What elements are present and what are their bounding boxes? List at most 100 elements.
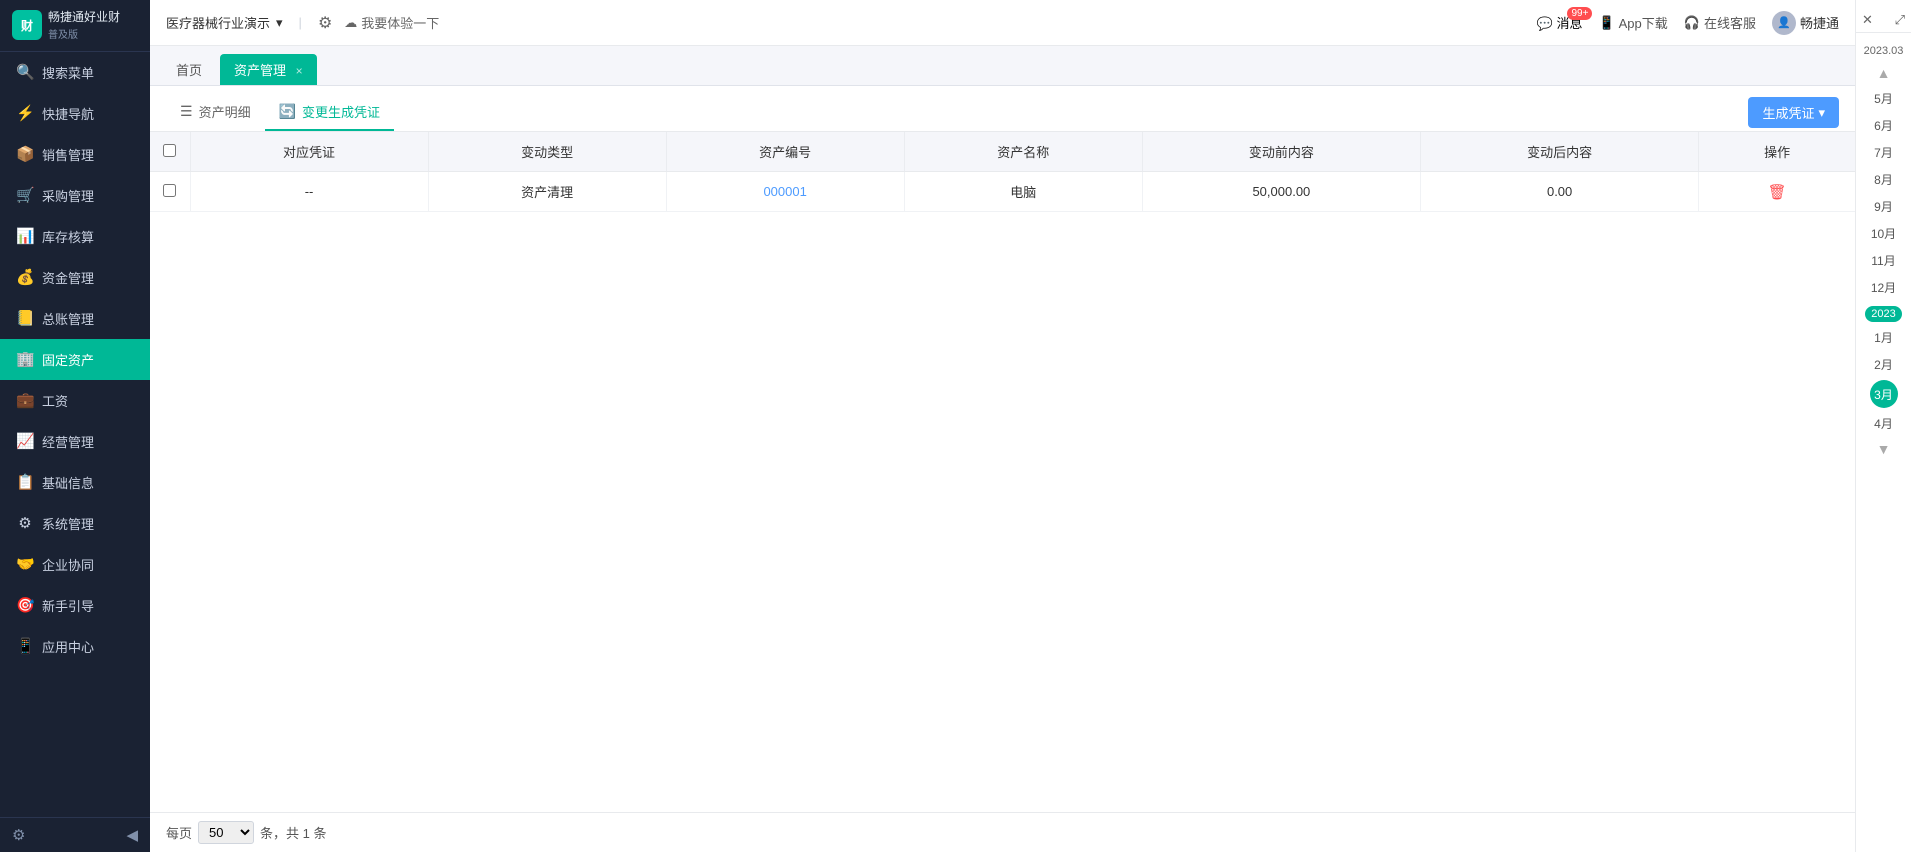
sidebar-item-fixed-assets[interactable]: 🏢 固定资产 bbox=[0, 339, 150, 380]
row-asset-name: 电脑 bbox=[904, 172, 1142, 212]
company-dropdown-icon: ▾ bbox=[276, 15, 283, 31]
feedback-icon: ☁ bbox=[344, 15, 357, 31]
sidebar-item-purchase[interactable]: 🛒 采购管理 bbox=[0, 175, 150, 216]
month-1[interactable]: 1月 bbox=[1858, 324, 1909, 351]
online-service-icon: 🎧 bbox=[1684, 15, 1700, 31]
tab-asset-management[interactable]: 资产管理 × bbox=[220, 54, 317, 85]
operations-icon: 📈 bbox=[16, 432, 34, 450]
panel-down-btn[interactable]: ▼ bbox=[1858, 437, 1909, 461]
month-9[interactable]: 9月 bbox=[1858, 193, 1909, 220]
fixed-assets-icon: 🏢 bbox=[16, 350, 34, 368]
per-page-select[interactable]: 20 50 100 bbox=[198, 821, 254, 844]
app-download-btn[interactable]: 📱 App下载 bbox=[1598, 13, 1667, 32]
sidebar-item-app-center[interactable]: 📱 应用中心 bbox=[0, 626, 150, 667]
subtab-change-voucher[interactable]: 🔄 变更生成凭证 bbox=[265, 96, 394, 131]
sidebar-item-base-info[interactable]: 📋 基础信息 bbox=[0, 462, 150, 503]
messages-btn[interactable]: 💬 99+ 消息 bbox=[1537, 13, 1583, 32]
generate-voucher-button[interactable]: 生成凭证 ▾ bbox=[1748, 97, 1839, 128]
month-4[interactable]: 4月 bbox=[1858, 410, 1909, 437]
settings-icon[interactable]: ⚙ bbox=[12, 826, 25, 844]
delete-icon[interactable]: 🗑 bbox=[1768, 184, 1787, 201]
sidebar-item-system[interactable]: ⚙ 系统管理 bbox=[0, 503, 150, 544]
sidebar-item-quicknav[interactable]: ⚡ 快捷导航 bbox=[0, 93, 150, 134]
app-edition: 普及版 bbox=[48, 26, 120, 41]
sidebar-item-ledger[interactable]: 📒 总账管理 bbox=[0, 298, 150, 339]
select-all-checkbox[interactable] bbox=[163, 144, 176, 157]
sidebar-item-salary[interactable]: 💼 工资 bbox=[0, 380, 150, 421]
finance-icon: 💰 bbox=[16, 268, 34, 286]
company-name: 医疗器械行业演示 bbox=[166, 13, 270, 32]
month-3-current[interactable]: 3月 bbox=[1870, 380, 1898, 408]
row-before-content: 50,000.00 bbox=[1142, 172, 1420, 212]
asset-table: 对应凭证 变动类型 资产编号 资产名称 变动前内容 bbox=[150, 132, 1855, 212]
sidebar-base-info-label: 基础信息 bbox=[42, 473, 94, 492]
sidebar-item-operations[interactable]: 📈 经营管理 bbox=[0, 421, 150, 462]
month-12[interactable]: 12月 bbox=[1858, 274, 1909, 301]
sidebar-system-label: 系统管理 bbox=[42, 514, 94, 533]
topbar-divider: | bbox=[299, 15, 302, 30]
feedback-btn[interactable]: ☁ 我要体验一下 bbox=[344, 13, 439, 32]
tabbar: 首页 资产管理 × bbox=[150, 46, 1855, 86]
pagination-bar: 每页 20 50 100 条，共 1 条 bbox=[150, 812, 1855, 852]
sidebar-item-search[interactable]: 🔍 搜索菜单 bbox=[0, 52, 150, 93]
sidebar-footer: ⚙ ◀ bbox=[0, 817, 150, 852]
sidebar-item-enterprise[interactable]: 🤝 企业协同 bbox=[0, 544, 150, 585]
app-name: 畅捷通好业财 bbox=[48, 10, 120, 26]
sidebar-guide-label: 新手引导 bbox=[42, 596, 94, 615]
subtab-bar: ☰ 资产明细 🔄 变更生成凭证 生成凭证 ▾ bbox=[150, 86, 1855, 132]
col-voucher: 对应凭证 bbox=[190, 132, 428, 172]
sidebar-item-inventory[interactable]: 📊 库存核算 bbox=[0, 216, 150, 257]
change-voucher-icon: 🔄 bbox=[279, 103, 296, 120]
per-page-label: 每页 bbox=[166, 823, 192, 842]
month-picker: 2023.03 ▲ 5月 6月 7月 8月 9月 10月 11月 12月 202… bbox=[1856, 37, 1911, 844]
panel-close-icon[interactable]: ✕ bbox=[1862, 12, 1873, 28]
sidebar-inventory-label: 库存核算 bbox=[42, 227, 94, 246]
online-service-btn[interactable]: 🎧 在线客服 bbox=[1684, 13, 1756, 32]
month-6[interactable]: 6月 bbox=[1858, 112, 1909, 139]
main-area: 医疗器械行业演示 ▾ | ⚙ ☁ 我要体验一下 💬 99+ 消息 📱 App下载… bbox=[150, 0, 1855, 852]
topbar-settings-icon[interactable]: ⚙ bbox=[318, 13, 332, 33]
user-menu[interactable]: 👤 畅捷通 bbox=[1772, 11, 1839, 35]
sidebar-salary-label: 工资 bbox=[42, 391, 68, 410]
subtab-asset-detail[interactable]: ☰ 资产明细 bbox=[166, 96, 265, 131]
generate-dropdown-icon: ▾ bbox=[1818, 105, 1825, 121]
panel-up-btn[interactable]: ▲ bbox=[1858, 61, 1909, 85]
username: 畅捷通 bbox=[1800, 13, 1839, 32]
row-checkbox-cell bbox=[150, 172, 190, 212]
sidebar-item-guide[interactable]: 🎯 新手引导 bbox=[0, 585, 150, 626]
row-after-content: 0.00 bbox=[1421, 172, 1699, 212]
sidebar-operations-label: 经营管理 bbox=[42, 432, 94, 451]
app-download-icon: 📱 bbox=[1598, 15, 1614, 31]
sidebar-purchase-label: 采购管理 bbox=[42, 186, 94, 205]
collapse-icon[interactable]: ◀ bbox=[126, 826, 138, 844]
month-3-current-wrap: 3月 bbox=[1858, 380, 1909, 408]
current-period: 2023.03 bbox=[1858, 41, 1909, 61]
row-checkbox[interactable] bbox=[163, 184, 176, 197]
month-7[interactable]: 7月 bbox=[1858, 139, 1909, 166]
month-2[interactable]: 2月 bbox=[1858, 351, 1909, 378]
search-icon: 🔍 bbox=[16, 63, 34, 81]
row-action-cell: 🗑 bbox=[1699, 172, 1855, 212]
sidebar-nav: 🔍 搜索菜单 ⚡ 快捷导航 📦 销售管理 🛒 采购管理 📊 库存核算 💰 资金管… bbox=[0, 52, 150, 817]
sidebar-finance-label: 资金管理 bbox=[42, 268, 94, 287]
row-voucher: -- bbox=[190, 172, 428, 212]
tab-close-icon[interactable]: × bbox=[296, 64, 303, 78]
app-logo-icon: 财 bbox=[12, 10, 42, 40]
tab-home[interactable]: 首页 bbox=[162, 54, 216, 85]
month-10[interactable]: 10月 bbox=[1858, 220, 1909, 247]
sidebar-item-finance[interactable]: 💰 资金管理 bbox=[0, 257, 150, 298]
month-5[interactable]: 5月 bbox=[1858, 85, 1909, 112]
panel-expand-icon[interactable]: ⤢ bbox=[1895, 12, 1905, 28]
col-before-content: 变动前内容 bbox=[1142, 132, 1420, 172]
tab-asset-management-label: 资产管理 bbox=[234, 63, 286, 78]
company-selector[interactable]: 医疗器械行业演示 ▾ bbox=[166, 13, 283, 32]
sidebar-search-label: 搜索菜单 bbox=[42, 63, 94, 82]
quicknav-icon: ⚡ bbox=[16, 104, 34, 122]
sidebar-item-sales[interactable]: 📦 销售管理 bbox=[0, 134, 150, 175]
month-8[interactable]: 8月 bbox=[1858, 166, 1909, 193]
sidebar-fixed-assets-label: 固定资产 bbox=[42, 350, 94, 369]
total-count: 条，共 1 条 bbox=[260, 823, 326, 842]
row-change-type: 资产清理 bbox=[428, 172, 666, 212]
month-11[interactable]: 11月 bbox=[1858, 247, 1909, 274]
app-center-icon: 📱 bbox=[16, 637, 34, 655]
